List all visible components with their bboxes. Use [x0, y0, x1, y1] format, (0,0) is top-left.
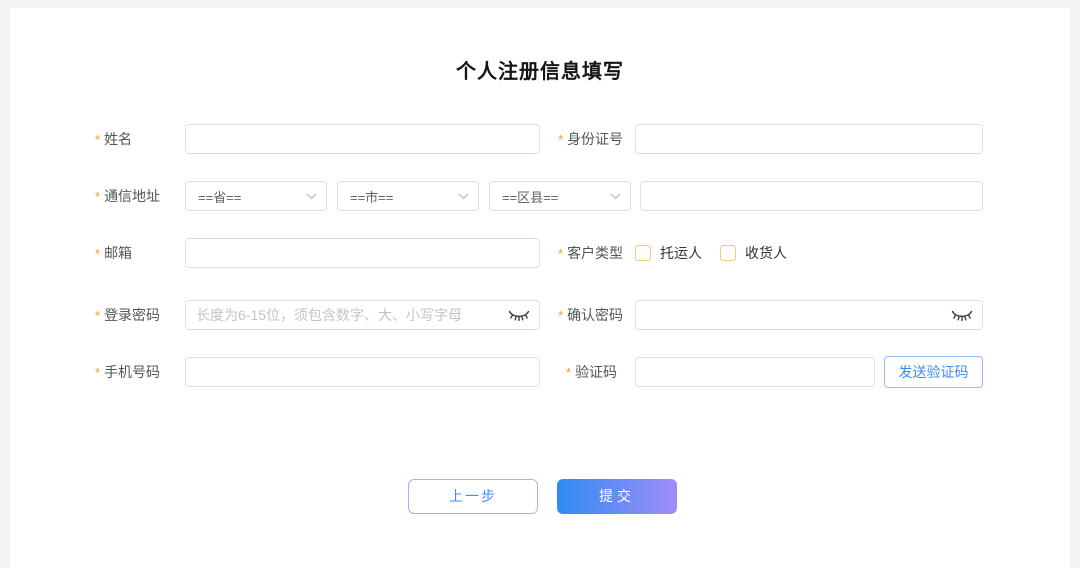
- required-marker: *: [558, 308, 564, 323]
- phone-input[interactable]: [185, 357, 540, 387]
- checkbox-shipper[interactable]: 托运人: [635, 243, 702, 263]
- previous-step-button[interactable]: 上一步: [408, 479, 538, 514]
- confirm-password-input[interactable]: [635, 300, 983, 330]
- chevron-down-icon: [306, 193, 317, 200]
- required-marker: *: [95, 308, 101, 323]
- city-select-value: ==市==: [350, 189, 394, 205]
- address-detail-input[interactable]: [640, 181, 983, 211]
- district-select[interactable]: ==区县==: [489, 181, 631, 211]
- registration-card: 个人注册信息填写 * 姓名 * 身份证号 * 通信地址 ==省== ==市== ==区…: [10, 8, 1070, 568]
- checkbox-consignee[interactable]: 收货人: [720, 243, 787, 263]
- checkbox-shipper-label: 托运人: [660, 245, 702, 261]
- address-label: * 通信地址: [95, 188, 161, 204]
- chevron-down-icon: [458, 193, 469, 200]
- id-number-input[interactable]: [635, 124, 983, 154]
- captcha-input[interactable]: [635, 357, 875, 387]
- eye-closed-icon[interactable]: [951, 309, 973, 327]
- captcha-label: * 验证码: [566, 364, 618, 380]
- required-marker: *: [95, 132, 101, 147]
- login-password-label: * 登录密码: [95, 307, 161, 323]
- row-email-type: * 邮箱 * 客户类型 托运人 收货人: [10, 238, 1070, 268]
- login-password-field: [185, 300, 540, 330]
- email-input[interactable]: [185, 238, 540, 268]
- required-marker: *: [95, 189, 101, 204]
- checkbox-icon[interactable]: [720, 245, 736, 261]
- name-input[interactable]: [185, 124, 540, 154]
- confirm-password-label: * 确认密码: [558, 307, 624, 323]
- district-select-value: ==区县==: [502, 189, 559, 205]
- city-select[interactable]: ==市==: [337, 181, 479, 211]
- submit-button[interactable]: 提交: [557, 479, 677, 514]
- row-address: * 通信地址 ==省== ==市== ==区县==: [10, 181, 1070, 211]
- row-phone-captcha: * 手机号码 * 验证码 发送验证码: [10, 356, 1070, 388]
- login-password-input[interactable]: [185, 300, 540, 330]
- send-captcha-button[interactable]: 发送验证码: [884, 356, 983, 388]
- name-label: * 姓名: [95, 131, 133, 147]
- required-marker: *: [566, 365, 572, 380]
- customer-type-label: * 客户类型: [558, 245, 624, 261]
- required-marker: *: [95, 246, 101, 261]
- id-number-label: * 身份证号: [558, 131, 624, 147]
- chevron-down-icon: [610, 193, 621, 200]
- row-passwords: * 登录密码 * 确认密码: [10, 300, 1070, 330]
- customer-type-options: 托运人 收货人: [635, 238, 805, 268]
- province-select[interactable]: ==省==: [185, 181, 327, 211]
- row-name-id: * 姓名 * 身份证号: [10, 124, 1070, 154]
- page-title: 个人注册信息填写: [456, 61, 624, 83]
- province-select-value: ==省==: [198, 189, 242, 205]
- phone-label: * 手机号码: [95, 364, 161, 380]
- checkbox-icon[interactable]: [635, 245, 651, 261]
- required-marker: *: [558, 246, 564, 261]
- confirm-password-field: [635, 300, 983, 330]
- required-marker: *: [558, 132, 564, 147]
- required-marker: *: [95, 365, 101, 380]
- email-label: * 邮箱: [95, 245, 133, 261]
- checkbox-consignee-label: 收货人: [745, 245, 787, 261]
- eye-closed-icon[interactable]: [508, 309, 530, 327]
